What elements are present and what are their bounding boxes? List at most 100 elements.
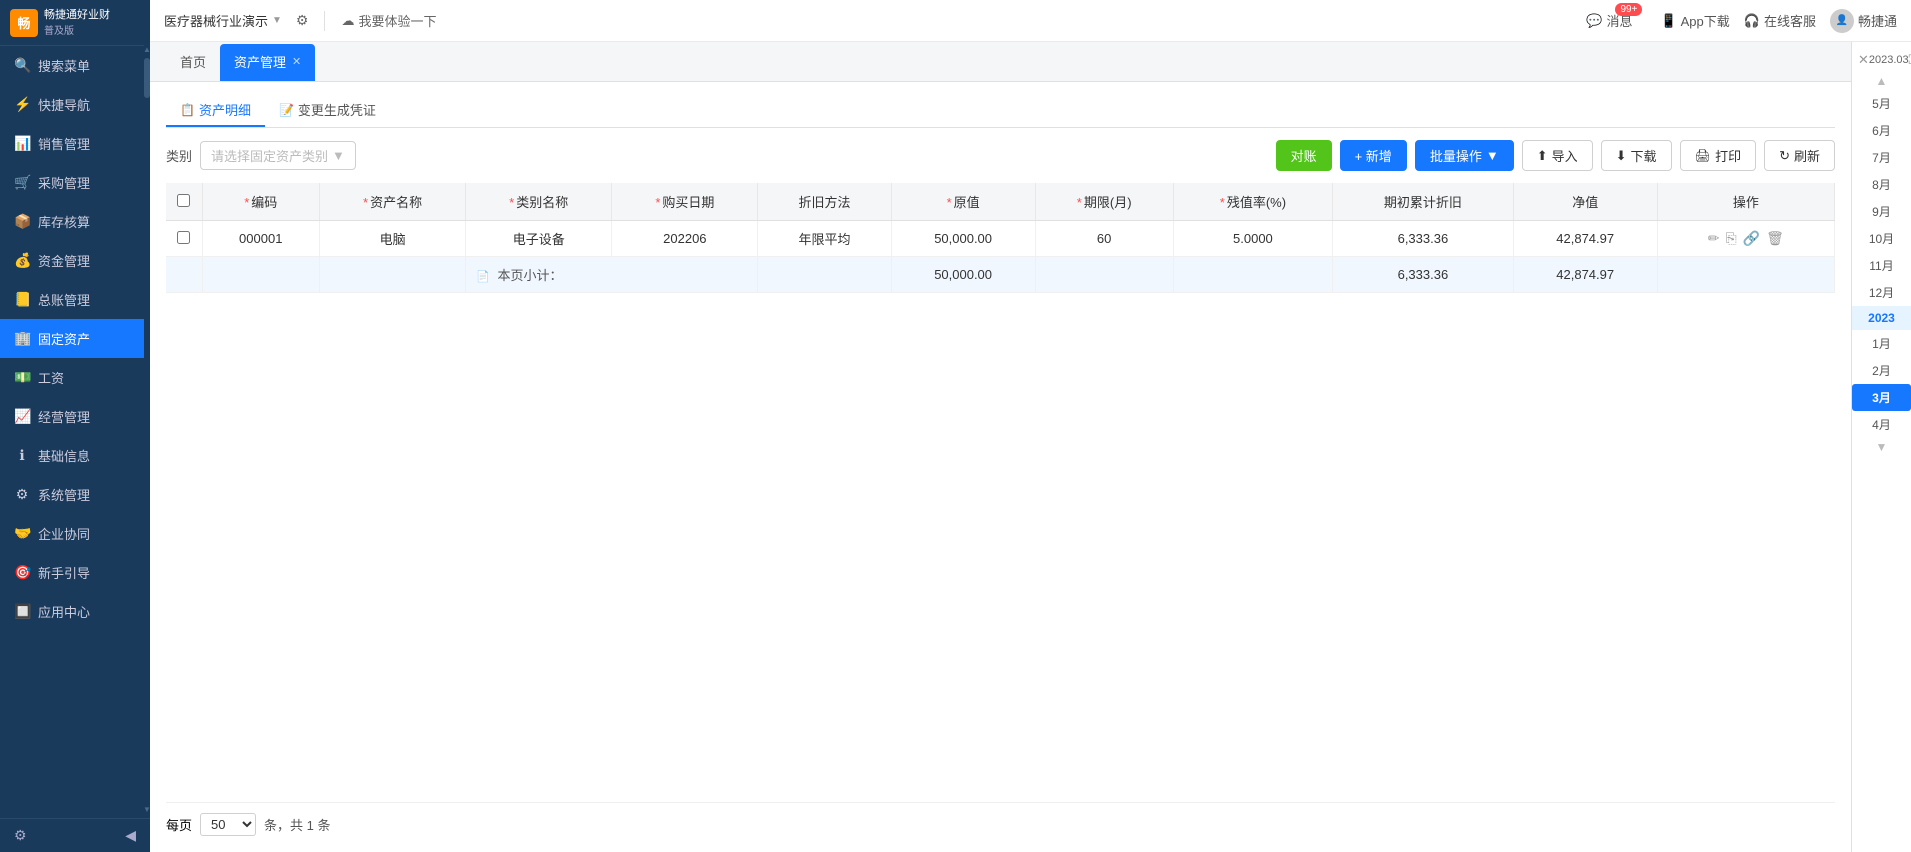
import-button[interactable]: ⬆ 导入 xyxy=(1522,140,1593,171)
panel-down-arrow[interactable]: ▼ xyxy=(1852,438,1911,456)
delete-icon[interactable]: 🗑 xyxy=(1766,230,1784,247)
subtotal-label: 本页小计： xyxy=(497,268,562,283)
row-checkbox-cell xyxy=(166,221,202,257)
sidebar-item-apps[interactable]: 🔲 应用中心 xyxy=(0,592,150,631)
online-service-label: 在线客服 xyxy=(1764,11,1816,30)
month-2022-05[interactable]: 5月 xyxy=(1852,90,1911,117)
filter-label: 类别 xyxy=(166,146,192,165)
print-button[interactable]: 🖨 打印 xyxy=(1680,140,1757,171)
sub-tab-asset-detail[interactable]: 📋 资产明细 xyxy=(166,94,265,127)
sidebar-item-inventory[interactable]: 📦 库存核算 xyxy=(0,202,150,241)
sidebar-scroll: 🔍 搜索菜单 ⚡ 快捷导航 📊 销售管理 🛒 采购管理 📦 库存核算 💰 资金管… xyxy=(0,46,150,818)
collapse-icon[interactable]: ◀ xyxy=(125,827,136,844)
topbar: 医疗器械行业演示 ▼ ⚙ ☁ 我要体验一下 💬 消息 99+ 📱 App下载 🎧… xyxy=(150,0,1911,42)
sidebar: 畅 畅捷通好业财 普及版 ▲ ▼ 🔍 搜索菜单 ⚡ 快捷导航 📊 销售管理 🛒 … xyxy=(0,0,150,852)
logo-text: 畅捷通好业财 xyxy=(44,8,110,22)
download-label: 下载 xyxy=(1631,146,1657,165)
quick-nav-icon: ⚡ xyxy=(14,96,30,113)
edit-icon[interactable]: ✏ xyxy=(1708,230,1720,247)
sidebar-item-basic-info[interactable]: ℹ 基础信息 xyxy=(0,436,150,475)
tab-close-icon[interactable]: ✕ xyxy=(292,55,301,68)
month-2022-09[interactable]: 9月 xyxy=(1852,198,1911,225)
online-service-button[interactable]: 🎧 在线客服 xyxy=(1744,11,1816,30)
sidebar-item-sales[interactable]: 📊 销售管理 xyxy=(0,124,150,163)
reconcile-button[interactable]: 对账 xyxy=(1276,140,1332,171)
tab-asset-mgmt[interactable]: 资产管理 ✕ xyxy=(220,44,315,81)
download-button[interactable]: ⬇ 下载 xyxy=(1601,140,1672,171)
month-2022-10[interactable]: 10月 xyxy=(1852,225,1911,252)
category-filter[interactable]: 请选择固定资产类别 ▼ xyxy=(200,141,356,170)
asset-table-wrap: *编码 *资产名称 *类别名称 *购买日期 折旧方法 *原值 *期限(月) *残… xyxy=(166,183,1835,798)
purchase-icon: 🛒 xyxy=(14,174,30,191)
sidebar-item-operations[interactable]: 📈 经营管理 xyxy=(0,397,150,436)
settings-icon[interactable]: ⚙ xyxy=(14,827,27,844)
experience-button[interactable]: ☁ 我要体验一下 xyxy=(341,11,436,30)
search-icon: 🔍 xyxy=(14,57,30,74)
sidebar-item-ledger[interactable]: 📒 总账管理 xyxy=(0,280,150,319)
sidebar-bottom: ⚙ ◀ xyxy=(0,818,150,852)
category-filter-placeholder: 请选择固定资产类别 xyxy=(211,146,328,165)
company-selector[interactable]: 医疗器械行业演示 ▼ xyxy=(164,11,282,30)
tab-home[interactable]: 首页 xyxy=(166,44,220,81)
month-2022-06[interactable]: 6月 xyxy=(1852,117,1911,144)
sidebar-item-label: 经营管理 xyxy=(38,407,90,426)
right-panel-year: 2023.03 xyxy=(1869,54,1909,66)
operations-icon: 📈 xyxy=(14,408,30,425)
topbar-gear-icon[interactable]: ⚙ xyxy=(296,12,309,29)
toolbar: 类别 请选择固定资产类别 ▼ 对账 + 新增 xyxy=(166,140,1835,171)
th-purchase-date: *购买日期 xyxy=(612,183,758,221)
reconcile-label: 对账 xyxy=(1291,146,1317,165)
messages-button[interactable]: 💬 消息 99+ xyxy=(1586,11,1632,30)
table-header-row: *编码 *资产名称 *类别名称 *购买日期 折旧方法 *原值 *期限(月) *残… xyxy=(166,183,1835,221)
panel-up-arrow[interactable]: ▲ xyxy=(1852,72,1911,90)
sidebar-item-system[interactable]: ⚙ 系统管理 xyxy=(0,475,150,514)
month-2023-04[interactable]: 4月 xyxy=(1852,411,1911,438)
cell-actions: ✏ ⎘ 🔗 🗑 xyxy=(1657,221,1834,257)
table-checkbox-header xyxy=(166,183,202,221)
cell-name: 电脑 xyxy=(320,221,466,257)
sidebar-item-purchase[interactable]: 🛒 采购管理 xyxy=(0,163,150,202)
apps-icon: 🔲 xyxy=(14,603,30,620)
per-page-label: 每页 xyxy=(166,815,192,834)
month-2023-02[interactable]: 2月 xyxy=(1852,357,1911,384)
sidebar-logo: 畅 畅捷通好业财 普及版 xyxy=(0,0,150,46)
sub-tab-voucher-icon: 📝 xyxy=(279,103,294,117)
sidebar-item-search[interactable]: 🔍 搜索菜单 xyxy=(0,46,150,85)
guide-icon: 🎯 xyxy=(14,564,30,581)
pagination-total: 条，共 1 条 xyxy=(264,815,330,834)
copy-icon[interactable]: ⎘ xyxy=(1725,230,1736,247)
app-download-button[interactable]: 📱 App下载 xyxy=(1660,11,1729,30)
month-2022-12[interactable]: 12月 xyxy=(1852,279,1911,306)
sales-icon: 📊 xyxy=(14,135,30,152)
month-2022-11[interactable]: 11月 xyxy=(1852,252,1911,279)
month-2022-07[interactable]: 7月 xyxy=(1852,144,1911,171)
sidebar-item-fixed-assets[interactable]: 🏢 固定资产 xyxy=(0,319,150,358)
username-label: 畅捷通 xyxy=(1858,11,1897,30)
subtotal-net-value: 42,874.97 xyxy=(1513,257,1657,293)
sub-tab-change-voucher[interactable]: 📝 变更生成凭证 xyxy=(265,94,390,127)
user-button[interactable]: 👤 畅捷通 xyxy=(1830,9,1897,33)
select-all-checkbox[interactable] xyxy=(177,194,190,207)
sidebar-item-fund[interactable]: 💰 资金管理 xyxy=(0,241,150,280)
logo-sub: 普及版 xyxy=(44,22,110,37)
link-icon[interactable]: 🔗 xyxy=(1743,230,1760,247)
year-2023-marker: 2023 xyxy=(1852,306,1911,330)
refresh-button[interactable]: ↻ 刷新 xyxy=(1764,140,1835,171)
sidebar-item-label: 库存核算 xyxy=(38,212,90,231)
sidebar-item-quick-nav[interactable]: ⚡ 快捷导航 xyxy=(0,85,150,124)
sidebar-item-enterprise[interactable]: 🤝 企业协同 xyxy=(0,514,150,553)
sidebar-item-label: 工资 xyxy=(38,368,64,387)
batch-button[interactable]: 批量操作 ▼ xyxy=(1415,140,1514,171)
sidebar-item-payroll[interactable]: 💵 工资 xyxy=(0,358,150,397)
month-2023-01[interactable]: 1月 xyxy=(1852,330,1911,357)
th-action: 操作 xyxy=(1657,183,1834,221)
right-panel-close-icon[interactable]: ✕ xyxy=(1858,52,1869,68)
add-button[interactable]: + 新增 xyxy=(1340,140,1407,171)
month-2023-03[interactable]: 3月 xyxy=(1852,384,1911,411)
row-checkbox[interactable] xyxy=(177,231,190,244)
logo-icon: 畅 xyxy=(10,9,38,37)
fixed-assets-icon: 🏢 xyxy=(14,330,30,347)
sidebar-item-guide[interactable]: 🎯 新手引导 xyxy=(0,553,150,592)
month-2022-08[interactable]: 8月 xyxy=(1852,171,1911,198)
per-page-select[interactable]: 50 20 100 xyxy=(200,813,256,836)
